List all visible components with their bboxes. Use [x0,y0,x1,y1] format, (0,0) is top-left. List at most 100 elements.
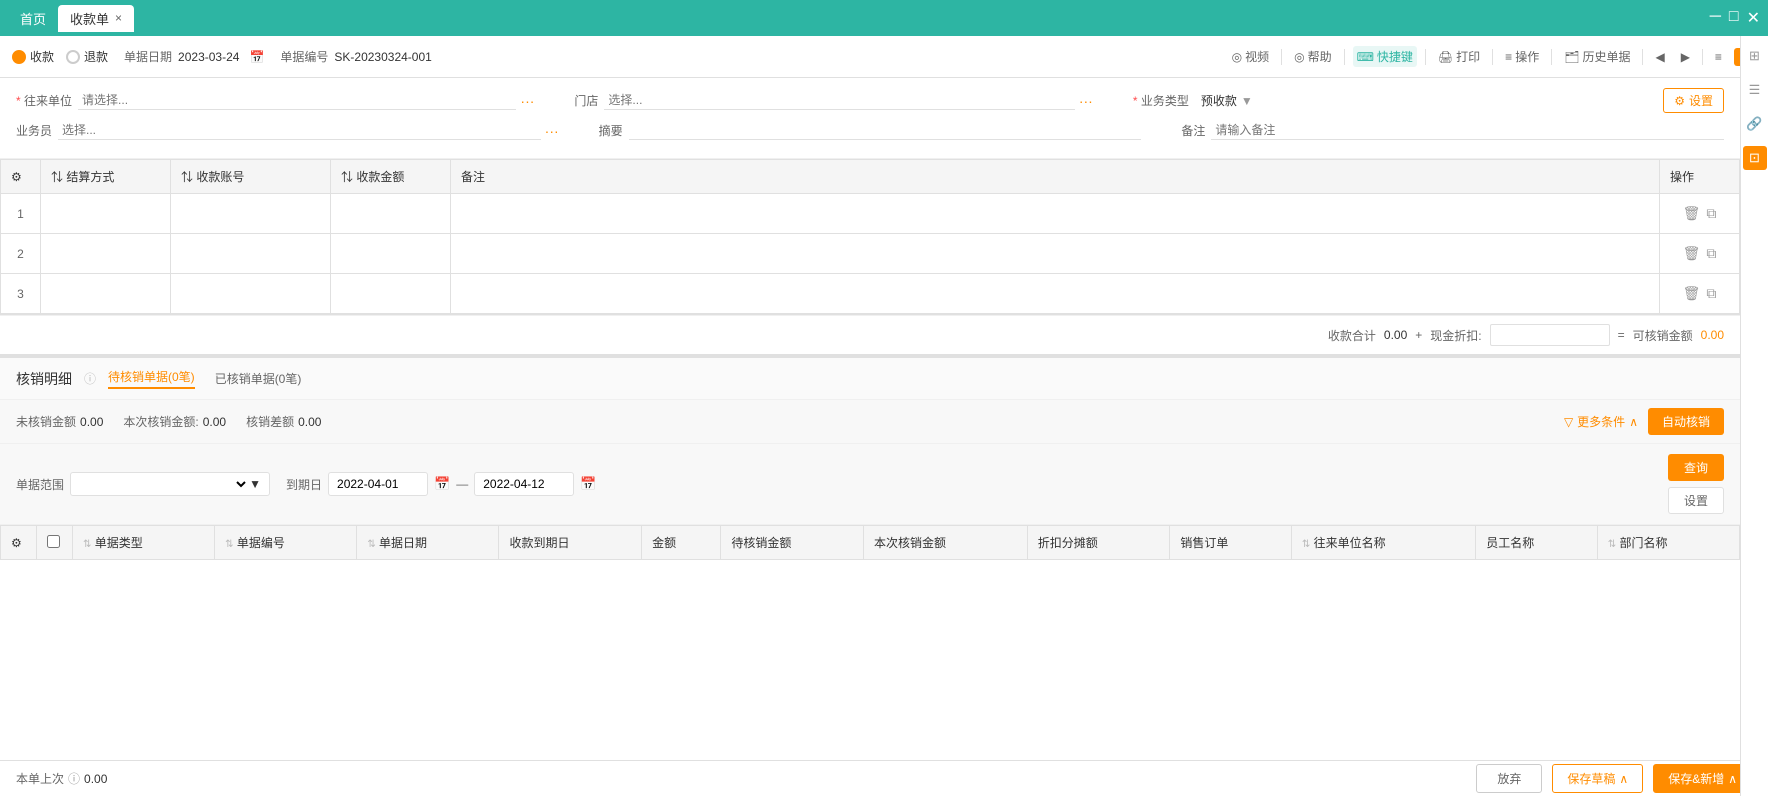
save-draft-arrow-icon[interactable]: ∧ [1619,772,1628,786]
more-conditions-btn[interactable]: ▽ 更多条件 ∧ [1564,413,1638,430]
row1-amount[interactable] [331,194,451,234]
row1-method[interactable] [41,194,171,234]
staff-more-icon[interactable]: ··· [545,123,559,139]
window-restore-icon[interactable]: □ [1729,8,1739,28]
writeoff-label: 可核销金额 [1633,327,1693,344]
save-new-arrow-icon[interactable]: ∧ [1728,772,1737,786]
divider-5 [1551,49,1552,65]
col-amount-header: 金额 [642,526,721,560]
footer-info-icon[interactable]: ⓘ [68,770,80,787]
row3-amount[interactable] [331,274,451,314]
row1-delete-icon[interactable]: 🗑 [1683,205,1701,222]
divider-3 [1425,49,1426,65]
radio-receive-label: 收款 [30,48,54,65]
row2-account[interactable] [171,234,331,274]
radio-refund-label: 退款 [84,48,108,65]
range-select[interactable] [79,476,249,492]
discount-input[interactable] [1490,324,1610,346]
writeoff-info-icon[interactable]: ⓘ [84,370,96,387]
sidebar-list-icon[interactable]: ☰ [1743,78,1767,102]
btn-print[interactable]: 🖨 打印 [1434,46,1484,67]
tab-home[interactable]: 首页 [8,5,58,32]
select-all-checkbox[interactable] [47,535,60,548]
store-more-icon[interactable]: ··· [1079,93,1093,109]
pending-tab[interactable]: 待核销单据(0笔) [108,368,195,389]
range-label: 单据范围 [16,476,64,493]
business-type-value: 预收款 [1201,92,1237,109]
row2-notes[interactable] [451,234,1660,274]
btn-nav-next[interactable]: ▶ [1677,48,1694,66]
radio-receive[interactable]: 收款 [12,48,54,65]
col-pending-header: 待核销金额 [721,526,864,560]
row3-copy-icon[interactable]: ⧉ [1706,285,1716,302]
col-amount-sort[interactable]: ⇅ [341,170,353,184]
col-method-sort[interactable]: ⇅ [51,170,63,184]
btn-video[interactable]: ◎ 视频 [1228,46,1274,67]
row2-method[interactable] [41,234,171,274]
col-notes: 备注 [451,160,1660,194]
notes-input[interactable] [1211,121,1724,140]
sidebar-link-icon[interactable]: 🔗 [1743,112,1767,136]
btn-history[interactable]: 🗂 历史单据 [1560,46,1634,67]
tab-close-icon[interactable]: × [115,11,122,25]
sidebar-form-icon[interactable]: ⊡ [1743,146,1767,170]
shortcut-icon: ⌨ [1357,50,1374,64]
row1-copy-icon[interactable]: ⧉ [1706,205,1716,222]
tab-receipts[interactable]: 收款单 × [58,5,134,32]
col-number-sort[interactable]: ⇅ [225,539,233,550]
row1-notes[interactable] [451,194,1660,234]
date-end-icon[interactable]: 📅 [580,476,596,492]
partner-input[interactable] [78,91,516,110]
right-sidebar: ⊞ ☰ 🔗 ⊡ [1740,36,1768,796]
discard-button[interactable]: 放弃 [1476,764,1542,793]
row3-account[interactable] [171,274,331,314]
summary-input[interactable] [629,121,1142,140]
col-partner-sort[interactable]: ⇅ [1302,539,1310,550]
date-end-input[interactable] [474,472,574,496]
settings-button[interactable]: ⚙ 设置 [1663,88,1724,113]
date-start-icon[interactable]: 📅 [434,476,450,492]
col-date-sort[interactable]: ⇅ [367,539,375,550]
calendar-icon[interactable]: 📅 [249,50,264,64]
business-type-arrow-icon[interactable]: ▼ [1241,94,1253,108]
date-start-input[interactable] [328,472,428,496]
table-settings-icon2[interactable]: ⚙ [11,536,22,550]
store-input[interactable] [604,91,1074,110]
set-button[interactable]: 设置 [1668,487,1724,514]
row3-delete-icon[interactable]: 🗑 [1683,285,1701,302]
footer: 本单上次 ⓘ 0.00 放弃 保存草稿 ∧ 保存&新增 ∧ [0,760,1768,796]
row3-method[interactable] [41,274,171,314]
btn-shortcut[interactable]: ⌨ 快捷键 [1353,46,1417,67]
save-new-button[interactable]: 保存&新增 ∧ [1653,764,1752,793]
radio-refund[interactable]: 退款 [66,48,108,65]
summary-row: 收款合计 0.00 + 现金折扣: = 可核销金额 0.00 [0,315,1740,354]
row3-notes[interactable] [451,274,1660,314]
col-store-sort[interactable]: ⇅ [1608,539,1616,550]
row2-delete-icon[interactable]: 🗑 [1683,245,1701,262]
col-type-sort[interactable]: ⇅ [83,539,91,550]
row2-copy-icon[interactable]: ⧉ [1706,245,1716,262]
btn-nav-prev[interactable]: ◀ [1651,48,1668,66]
btn-operation[interactable]: ≡ 操作 [1501,46,1543,67]
staff-input[interactable] [58,121,541,140]
query-button[interactable]: 查询 [1668,454,1724,481]
col-this-time-label: 本次核销金额 [874,536,946,550]
col-account-sort[interactable]: ⇅ [181,170,193,184]
plus-sign: + [1415,328,1422,342]
btn-layout-list[interactable]: ≡ [1711,48,1726,66]
window-minimize-icon[interactable]: ─ [1710,8,1721,28]
row2-amount[interactable] [331,234,451,274]
auto-writeoff-button[interactable]: 自动核销 [1648,408,1724,435]
col-store-label: 部门名称 [1619,536,1667,550]
sidebar-table-icon[interactable]: ⊞ [1743,44,1767,68]
tab-bar: 首页 收款单 × ─ □ ✕ [0,0,1768,36]
window-close-icon[interactable]: ✕ [1747,8,1760,28]
partner-more-icon[interactable]: ··· [520,93,534,109]
done-tab[interactable]: 已核销单据(0笔) [215,370,302,387]
btn-help[interactable]: ◎ 帮助 [1290,46,1336,67]
table-settings-icon[interactable]: ⚙ [11,170,22,184]
row1-account[interactable] [171,194,331,234]
notes-field: 备注 [1181,121,1724,140]
save-draft-button[interactable]: 保存草稿 ∧ [1552,764,1643,793]
table-row: 1 🗑 ⧉ [1,194,1740,234]
